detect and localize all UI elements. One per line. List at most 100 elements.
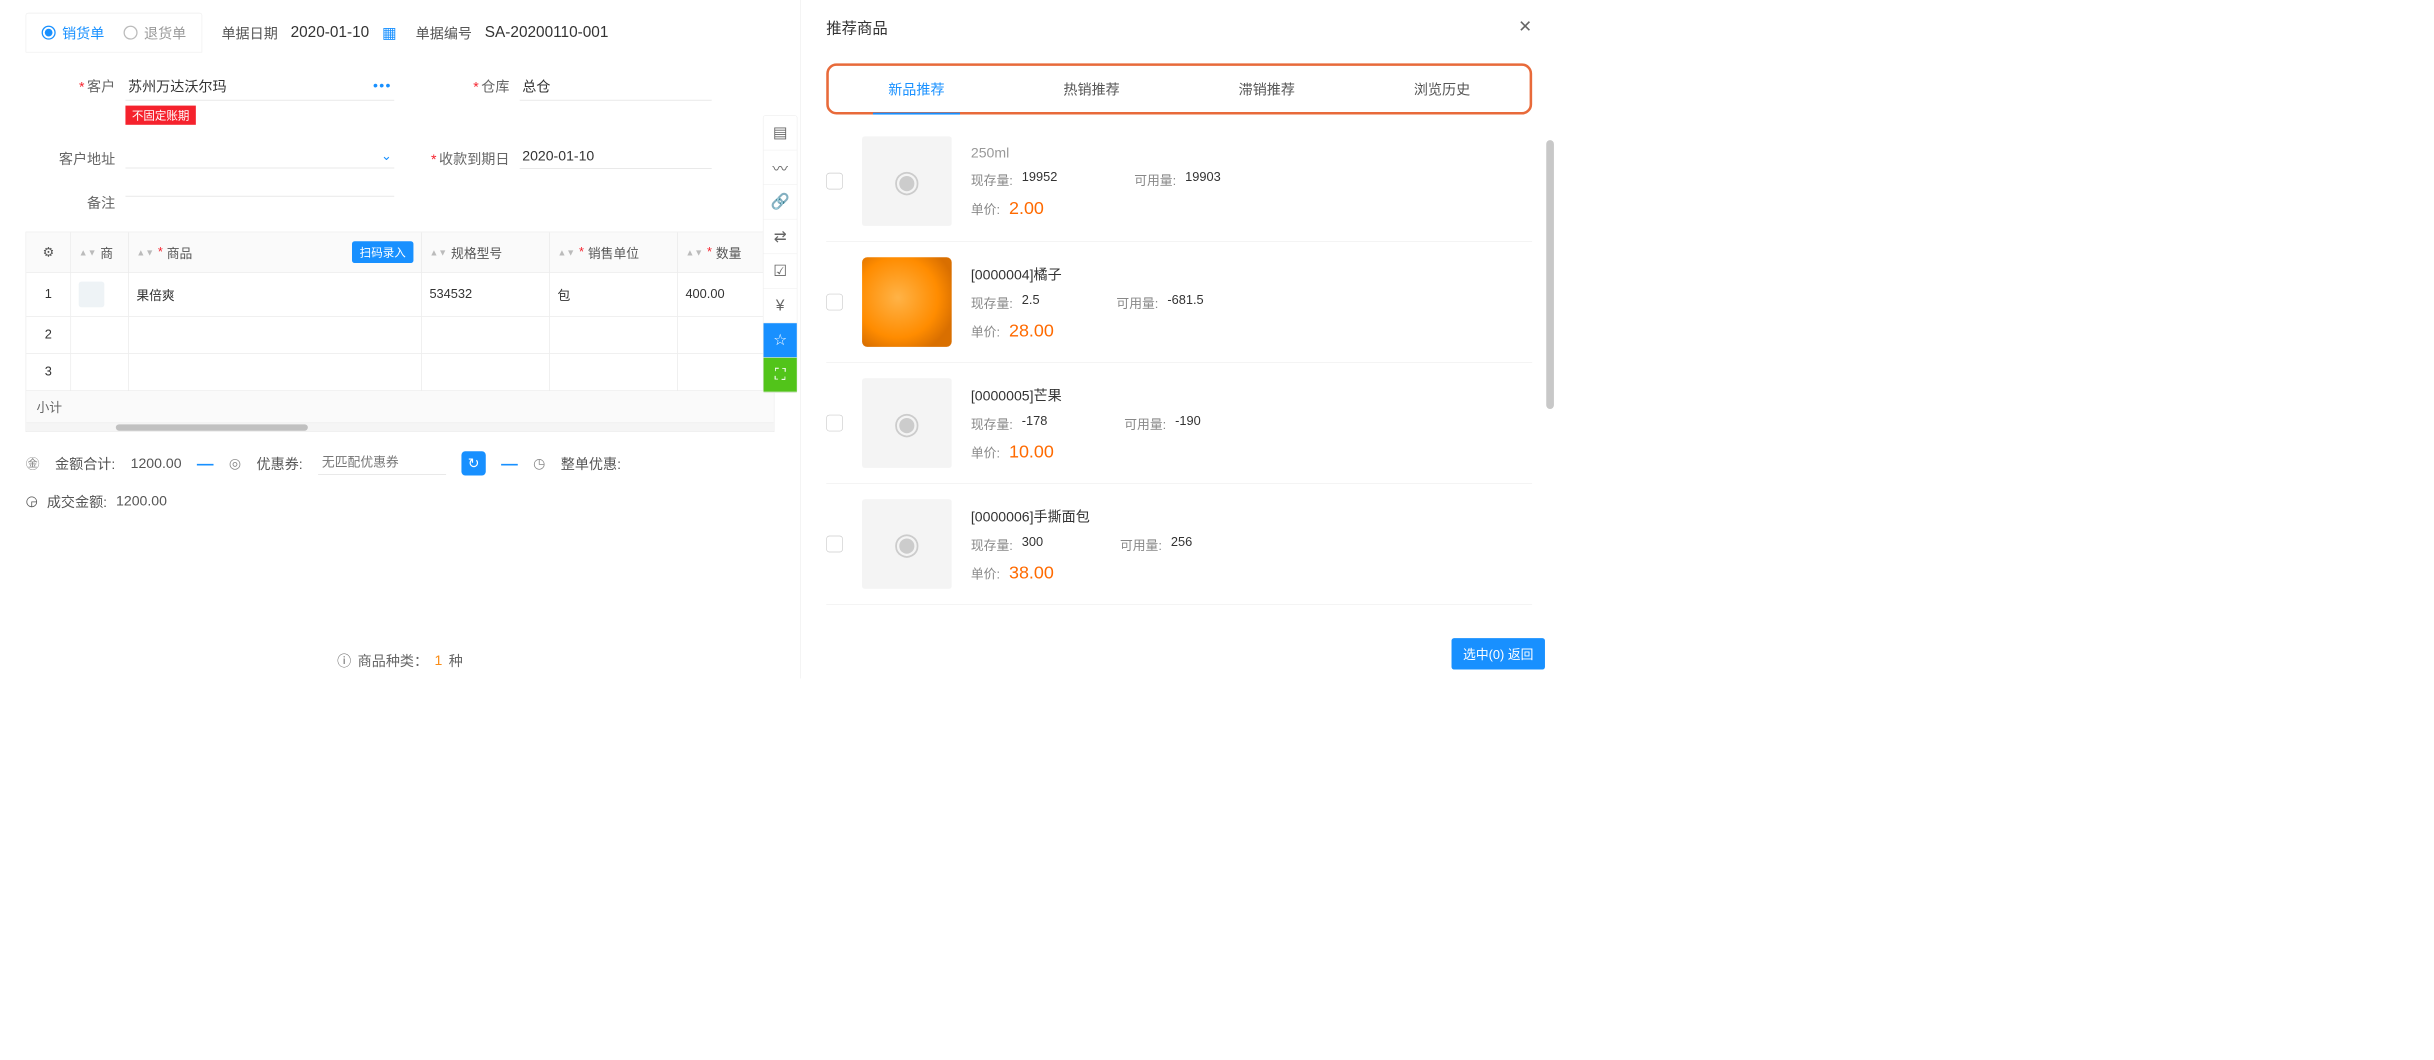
- whole-discount-label: 整单优惠:: [561, 453, 621, 473]
- kinds-value: 1: [434, 652, 442, 669]
- tool-swap-icon[interactable]: ⇄: [764, 220, 797, 255]
- tab-return[interactable]: 退货单: [124, 22, 187, 42]
- row-index: 1: [26, 273, 71, 317]
- row-goods[interactable]: [129, 317, 422, 353]
- goods-image: ◉: [862, 136, 952, 226]
- row-qty[interactable]: [678, 354, 774, 390]
- row-qty[interactable]: [678, 317, 774, 353]
- stock-label: 现存量:: [971, 170, 1013, 189]
- deal-label: 成交金额:: [47, 491, 107, 511]
- row-unit[interactable]: [550, 354, 678, 390]
- goods-table: ⚙ ▲▼商 ▲▼*商品扫码录入 ▲▼规格型号 ▲▼*销售单位 ▲▼*数量 1 果…: [26, 232, 775, 432]
- tool-check-icon[interactable]: ☑: [764, 254, 797, 289]
- tab-return-label: 退货单: [144, 22, 186, 42]
- goods-checkbox[interactable]: [826, 173, 843, 190]
- price-value: 28.00: [1009, 320, 1054, 340]
- coupon-label: 优惠券:: [257, 453, 303, 473]
- goods-image: [862, 257, 952, 347]
- stock-value: -178: [1022, 414, 1048, 433]
- row-goods[interactable]: 果倍爽: [129, 273, 422, 317]
- amount-value: 1200.00: [131, 455, 182, 472]
- goods-checkbox[interactable]: [826, 294, 843, 311]
- subtotal-label: 小计: [36, 397, 62, 416]
- warehouse-field[interactable]: 总仓: [520, 72, 712, 101]
- col-settings[interactable]: ⚙: [26, 232, 71, 272]
- tool-chart-icon[interactable]: 〰: [764, 150, 797, 185]
- rp-tab[interactable]: 热销推荐: [1048, 71, 1135, 107]
- col-spec[interactable]: ▲▼规格型号: [422, 232, 550, 272]
- col-image[interactable]: ▲▼商: [71, 232, 129, 272]
- table-row[interactable]: 2: [26, 317, 774, 354]
- row-index: 2: [26, 317, 71, 353]
- col-qty[interactable]: ▲▼*数量: [678, 232, 774, 272]
- row-unit[interactable]: 包: [550, 273, 678, 317]
- col-goods[interactable]: ▲▼*商品扫码录入: [129, 232, 422, 272]
- avail-label: 可用量:: [1120, 535, 1162, 554]
- row-qty[interactable]: 400.00: [678, 273, 774, 317]
- goods-name: 250ml: [971, 144, 1532, 161]
- rp-tab[interactable]: 滞销推荐: [1223, 71, 1310, 107]
- doc-date-label: 单据日期: [221, 22, 277, 42]
- dash-icon: —: [197, 453, 214, 473]
- tool-expand-icon[interactable]: ⛶: [764, 358, 797, 393]
- customer-value: 苏州万达沃尔玛: [128, 76, 227, 96]
- scan-button[interactable]: 扫码录入: [352, 241, 413, 263]
- stock-value: 19952: [1022, 170, 1058, 189]
- panel-title: 推荐商品: [826, 15, 887, 37]
- doc-no-label: 单据编号: [416, 22, 472, 42]
- table-row[interactable]: 1 果倍爽 534532 包 400.00: [26, 273, 774, 317]
- dash-icon: —: [501, 453, 518, 473]
- col-unit[interactable]: ▲▼*销售单位: [550, 232, 678, 272]
- row-index: 3: [26, 354, 71, 390]
- doc-date-value[interactable]: 2020-01-10: [291, 24, 370, 42]
- deal-value: 1200.00: [116, 493, 167, 510]
- rp-tab[interactable]: 浏览历史: [1398, 71, 1485, 107]
- close-icon[interactable]: ✕: [1518, 17, 1532, 37]
- price-value: 2.00: [1009, 197, 1044, 217]
- row-spec[interactable]: [422, 317, 550, 353]
- doc-no-value: SA-20200110-001: [485, 24, 609, 42]
- select-return-button[interactable]: 选中(0) 返回: [1452, 638, 1545, 669]
- row-spec[interactable]: [422, 354, 550, 390]
- refresh-button[interactable]: ↻: [461, 451, 485, 475]
- info-icon: ⓘ: [337, 650, 351, 670]
- addr-field[interactable]: ⌄: [125, 144, 394, 168]
- tool-note-icon[interactable]: ▤: [764, 116, 797, 151]
- deal-icon: ◶: [26, 493, 38, 510]
- stock-label: 现存量:: [971, 535, 1013, 554]
- tool-star-icon[interactable]: ☆: [764, 323, 797, 358]
- price-label: 单价:: [971, 564, 1000, 583]
- tool-yen-icon[interactable]: ¥: [764, 289, 797, 324]
- avail-value: -190: [1175, 414, 1201, 433]
- price-label: 单价:: [971, 443, 1000, 462]
- stock-label: 现存量:: [971, 293, 1013, 312]
- table-row[interactable]: 3: [26, 354, 774, 391]
- v-scrollbar[interactable]: [1546, 140, 1554, 409]
- tool-link-icon[interactable]: 🔗: [764, 185, 797, 220]
- rp-tab[interactable]: 新品推荐: [873, 71, 960, 107]
- customer-field[interactable]: 苏州万达沃尔玛 •••: [125, 72, 394, 101]
- goods-name: [0000005]芒果: [971, 384, 1532, 404]
- goods-image: ◉: [862, 499, 952, 589]
- goods-checkbox[interactable]: [826, 536, 843, 553]
- due-field[interactable]: 2020-01-10: [520, 144, 712, 169]
- chevron-down-icon[interactable]: ⌄: [381, 148, 392, 164]
- row-spec[interactable]: 534532: [422, 273, 550, 317]
- due-label: 收款到期日: [420, 144, 510, 168]
- price-value: 38.00: [1009, 562, 1054, 582]
- calendar-icon[interactable]: ▦: [382, 23, 397, 42]
- row-unit[interactable]: [550, 317, 678, 353]
- ellipsis-icon[interactable]: •••: [373, 77, 392, 94]
- row-goods[interactable]: [129, 354, 422, 390]
- sort-icon: ▲▼: [79, 250, 97, 255]
- coupon-input[interactable]: [318, 452, 446, 475]
- remark-field[interactable]: [125, 188, 394, 196]
- price-label: 单价:: [971, 199, 1000, 218]
- tab-sales[interactable]: 销货单: [42, 22, 105, 42]
- kinds-label: 商品种类：: [358, 650, 428, 670]
- avail-label: 可用量:: [1134, 170, 1176, 189]
- h-scrollbar[interactable]: [26, 422, 774, 431]
- order-type-tabs: 销货单 退货单: [26, 13, 203, 53]
- discount-icon: ◷: [533, 455, 545, 472]
- goods-checkbox[interactable]: [826, 415, 843, 432]
